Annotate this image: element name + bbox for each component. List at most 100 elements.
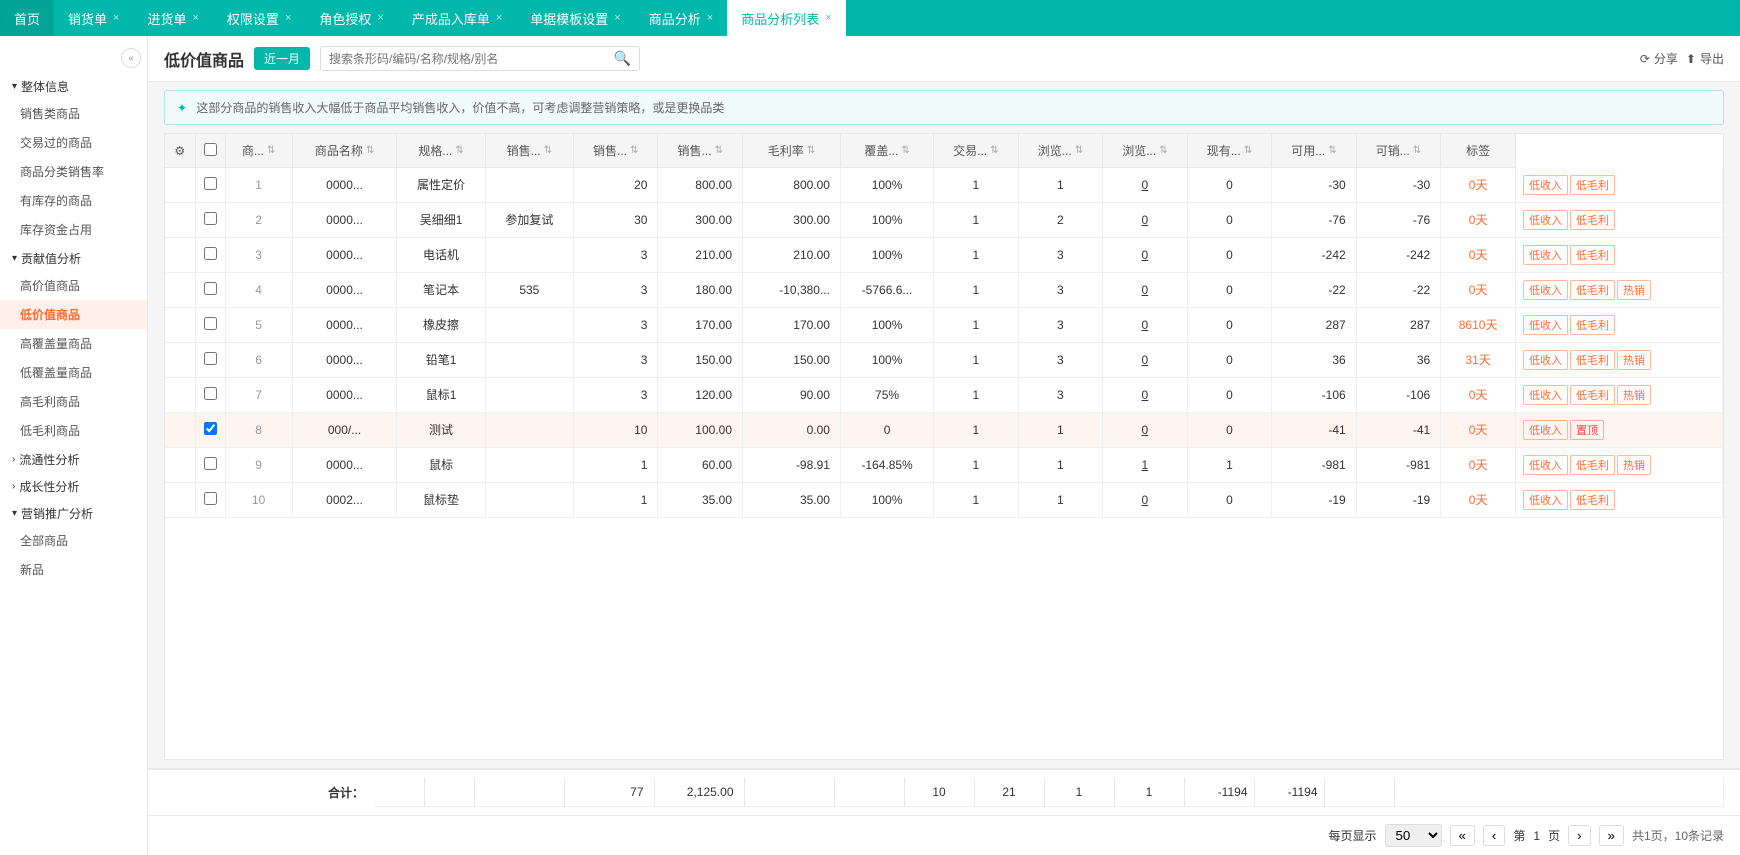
sidebar-item-all-products[interactable]: 全部商品 bbox=[0, 526, 147, 555]
row-checkbox[interactable] bbox=[204, 352, 217, 365]
last-page-button[interactable]: » bbox=[1599, 825, 1624, 846]
first-page-button[interactable]: « bbox=[1450, 825, 1475, 846]
sidebar-item-traded-products[interactable]: 交易过的商品 bbox=[0, 128, 147, 157]
td-view1[interactable]: 0 bbox=[1103, 237, 1188, 272]
sidebar-item-inventory-value[interactable]: 库存资金占用 bbox=[0, 215, 147, 244]
view1-link[interactable]: 1 bbox=[1142, 458, 1149, 472]
th-sale-qty[interactable]: 销售...⇅ bbox=[485, 134, 573, 168]
td-check[interactable] bbox=[195, 447, 225, 482]
td-gear[interactable] bbox=[165, 272, 195, 307]
td-view1[interactable]: 0 bbox=[1103, 307, 1188, 342]
close-icon[interactable]: × bbox=[113, 12, 119, 24]
td-check[interactable] bbox=[195, 342, 225, 377]
nav-product-analysis[interactable]: 商品分析 × bbox=[635, 0, 727, 36]
td-view1[interactable]: 0 bbox=[1103, 342, 1188, 377]
td-gear[interactable] bbox=[165, 482, 195, 517]
td-check[interactable] bbox=[195, 272, 225, 307]
row-checkbox[interactable] bbox=[204, 317, 217, 330]
sidebar-collapse-button[interactable]: « bbox=[121, 48, 141, 68]
sidebar-item-new-products[interactable]: 新品 bbox=[0, 555, 147, 584]
select-all-checkbox[interactable] bbox=[204, 143, 217, 156]
prev-page-button[interactable]: ‹ bbox=[1483, 825, 1505, 846]
th-spec[interactable]: 规格...⇅ bbox=[397, 134, 485, 168]
th-view1[interactable]: 浏览...⇅ bbox=[1018, 134, 1103, 168]
sidebar-item-category-sales-rate[interactable]: 商品分类销售率 bbox=[0, 157, 147, 186]
export-button[interactable]: ⬆ 导出 bbox=[1686, 50, 1724, 67]
td-check[interactable] bbox=[195, 482, 225, 517]
td-check[interactable] bbox=[195, 237, 225, 272]
sidebar-item-low-coverage[interactable]: 低覆盖量商品 bbox=[0, 358, 147, 387]
td-view1[interactable]: 0 bbox=[1103, 482, 1188, 517]
sidebar-group-growth-title[interactable]: ›成长性分析 bbox=[0, 472, 147, 499]
close-icon[interactable]: × bbox=[825, 12, 831, 24]
td-view1[interactable]: 0 bbox=[1103, 272, 1188, 307]
per-page-select[interactable]: 50 100 200 bbox=[1385, 824, 1442, 847]
close-icon[interactable]: × bbox=[496, 12, 502, 24]
view1-link[interactable]: 0 bbox=[1142, 493, 1149, 507]
sidebar-group-marketing-title[interactable]: ▾营销推广分析 bbox=[0, 499, 147, 526]
row-checkbox[interactable] bbox=[204, 492, 217, 505]
sidebar-group-circulation-title[interactable]: ›流通性分析 bbox=[0, 445, 147, 472]
th-tags[interactable]: 标签 bbox=[1441, 134, 1516, 168]
view1-link[interactable]: 0 bbox=[1142, 248, 1149, 262]
th-view2[interactable]: 浏览...⇅ bbox=[1103, 134, 1188, 168]
row-checkbox[interactable] bbox=[204, 212, 217, 225]
share-button[interactable]: ⟳ 分享 bbox=[1640, 50, 1678, 67]
row-checkbox[interactable] bbox=[204, 457, 217, 470]
sidebar-group-contribution-title[interactable]: ▾贡献值分析 bbox=[0, 244, 147, 271]
nav-home[interactable]: 首页 bbox=[0, 0, 54, 36]
close-icon[interactable]: × bbox=[707, 12, 713, 24]
th-sale-amount[interactable]: 销售...⇅ bbox=[573, 134, 658, 168]
th-available[interactable]: 可用...⇅ bbox=[1272, 134, 1357, 168]
sidebar-item-high-value[interactable]: 高价值商品 bbox=[0, 271, 147, 300]
next-page-button[interactable]: › bbox=[1568, 825, 1590, 846]
nav-permissions[interactable]: 权限设置 × bbox=[213, 0, 305, 36]
td-gear[interactable] bbox=[165, 342, 195, 377]
th-coverage[interactable]: 覆盖...⇅ bbox=[840, 134, 933, 168]
th-code[interactable]: 商...⇅ bbox=[225, 134, 292, 168]
th-check[interactable] bbox=[195, 134, 225, 168]
td-gear[interactable] bbox=[165, 412, 195, 447]
close-icon[interactable]: × bbox=[614, 12, 620, 24]
nav-product-analysis-list[interactable]: 商品分析列表 × bbox=[727, 0, 845, 36]
close-icon[interactable]: × bbox=[192, 12, 198, 24]
td-gear[interactable] bbox=[165, 307, 195, 342]
td-gear[interactable] bbox=[165, 202, 195, 237]
td-gear[interactable] bbox=[165, 237, 195, 272]
nav-sales-order[interactable]: 销货单 × bbox=[54, 0, 133, 36]
row-checkbox[interactable] bbox=[204, 282, 217, 295]
td-view1[interactable]: 1 bbox=[1103, 447, 1188, 482]
view1-link[interactable]: 0 bbox=[1142, 178, 1149, 192]
th-margin[interactable]: 毛利率⇅ bbox=[743, 134, 841, 168]
th-trade[interactable]: 交易...⇅ bbox=[934, 134, 1019, 168]
close-icon[interactable]: × bbox=[285, 12, 291, 24]
td-check[interactable] bbox=[195, 168, 225, 203]
th-name[interactable]: 商品名称⇅ bbox=[292, 134, 397, 168]
sidebar-item-high-margin[interactable]: 高毛利商品 bbox=[0, 387, 147, 416]
sidebar-item-in-stock[interactable]: 有库存的商品 bbox=[0, 186, 147, 215]
td-view1[interactable]: 0 bbox=[1103, 168, 1188, 203]
td-check[interactable] bbox=[195, 412, 225, 447]
horizontal-scrollbar[interactable] bbox=[164, 760, 1724, 768]
td-check[interactable] bbox=[195, 377, 225, 412]
view1-link[interactable]: 0 bbox=[1142, 353, 1149, 367]
td-gear[interactable] bbox=[165, 168, 195, 203]
nav-role-auth[interactable]: 角色授权 × bbox=[305, 0, 397, 36]
view1-link[interactable]: 0 bbox=[1142, 423, 1149, 437]
row-checkbox[interactable] bbox=[204, 177, 217, 190]
view1-link[interactable]: 0 bbox=[1142, 388, 1149, 402]
td-view1[interactable]: 0 bbox=[1103, 202, 1188, 237]
filter-period-button[interactable]: 近一月 bbox=[254, 47, 310, 70]
row-checkbox[interactable] bbox=[204, 247, 217, 260]
row-checkbox[interactable] bbox=[204, 422, 217, 435]
td-view1[interactable]: 0 bbox=[1103, 377, 1188, 412]
th-gear[interactable]: ⚙ bbox=[165, 134, 195, 168]
th-sellable[interactable]: 可销...⇅ bbox=[1356, 134, 1441, 168]
sidebar-item-high-coverage[interactable]: 高覆盖量商品 bbox=[0, 329, 147, 358]
close-icon[interactable]: × bbox=[377, 12, 383, 24]
search-input[interactable] bbox=[329, 52, 614, 66]
td-gear[interactable] bbox=[165, 447, 195, 482]
view1-link[interactable]: 0 bbox=[1142, 213, 1149, 227]
td-view1[interactable]: 0 bbox=[1103, 412, 1188, 447]
nav-purchase-order[interactable]: 进货单 × bbox=[133, 0, 212, 36]
